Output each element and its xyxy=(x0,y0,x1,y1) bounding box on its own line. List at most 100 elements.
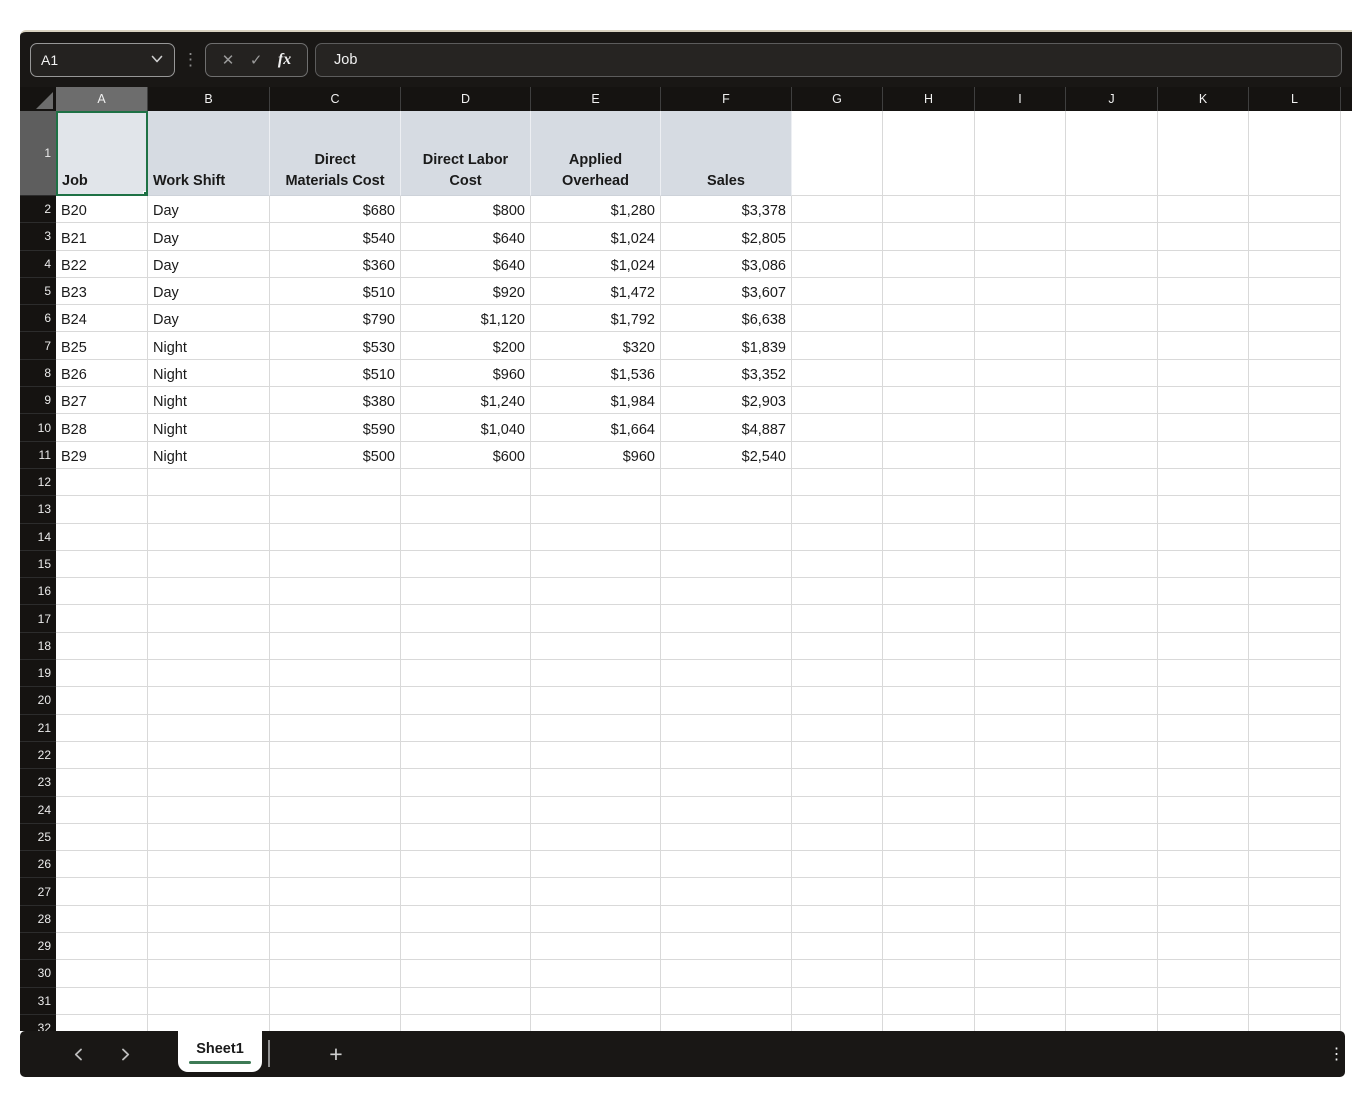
cell-G18[interactable] xyxy=(792,632,883,661)
cell-L1[interactable] xyxy=(1249,111,1341,196)
cell-L26[interactable] xyxy=(1249,851,1341,879)
cell-C27[interactable] xyxy=(270,878,401,906)
cell-B11[interactable]: Night xyxy=(148,441,270,469)
cell-L14[interactable] xyxy=(1249,523,1341,551)
name-box[interactable]: A1 xyxy=(30,43,175,77)
row-header-7[interactable]: 7 xyxy=(20,332,56,360)
cell-C20[interactable] xyxy=(270,687,401,715)
cell-I23[interactable] xyxy=(975,769,1066,797)
cell-C31[interactable] xyxy=(270,987,401,1015)
cell-L32[interactable] xyxy=(1249,1014,1341,1031)
cell-D28[interactable] xyxy=(401,905,531,934)
cell-H11[interactable] xyxy=(883,441,975,469)
cell-L7[interactable] xyxy=(1249,332,1341,360)
cell-L5[interactable] xyxy=(1249,277,1341,306)
cell-E12[interactable] xyxy=(531,468,661,497)
cell-J29[interactable] xyxy=(1066,933,1158,961)
cell-B26[interactable] xyxy=(148,851,270,879)
cell-J13[interactable] xyxy=(1066,496,1158,524)
row-header-28[interactable]: 28 xyxy=(20,905,56,934)
cell-B14[interactable] xyxy=(148,523,270,551)
cell-G10[interactable] xyxy=(792,414,883,442)
cell-D20[interactable] xyxy=(401,687,531,715)
cell-D8[interactable]: $960 xyxy=(401,359,531,388)
cell-H1[interactable] xyxy=(883,111,975,196)
row-header-18[interactable]: 18 xyxy=(20,632,56,661)
cell-J23[interactable] xyxy=(1066,769,1158,797)
cell-E6[interactable]: $1,792 xyxy=(531,305,661,333)
cell-E31[interactable] xyxy=(531,987,661,1015)
cell-A2[interactable]: B20 xyxy=(56,196,148,224)
row-header-5[interactable]: 5 xyxy=(20,277,56,306)
cell-C3[interactable]: $540 xyxy=(270,223,401,251)
cell-K29[interactable] xyxy=(1158,933,1249,961)
cell-F30[interactable] xyxy=(661,960,792,988)
cell-I6[interactable] xyxy=(975,305,1066,333)
cell-H17[interactable] xyxy=(883,605,975,633)
cell-C15[interactable] xyxy=(270,550,401,579)
worksheet-grid[interactable]: 1 Job Work Shift Direct Materials Cost Direc… xyxy=(20,111,1341,1031)
cell-I32[interactable] xyxy=(975,1014,1066,1031)
cell-H2[interactable] xyxy=(883,196,975,224)
cell-B5[interactable]: Day xyxy=(148,277,270,306)
column-header-A[interactable]: A xyxy=(56,87,148,111)
cell-I13[interactable] xyxy=(975,496,1066,524)
cell-H19[interactable] xyxy=(883,660,975,688)
row-header-21[interactable]: 21 xyxy=(20,714,56,742)
cell-K31[interactable] xyxy=(1158,987,1249,1015)
cell-E16[interactable] xyxy=(531,578,661,606)
cell-I28[interactable] xyxy=(975,905,1066,934)
cell-J24[interactable] xyxy=(1066,796,1158,824)
cell-C7[interactable]: $530 xyxy=(270,332,401,360)
cell-G20[interactable] xyxy=(792,687,883,715)
cell-F19[interactable] xyxy=(661,660,792,688)
cell-D4[interactable]: $640 xyxy=(401,250,531,278)
cell-A11[interactable]: B29 xyxy=(56,441,148,469)
row-header-31[interactable]: 31 xyxy=(20,987,56,1015)
cell-D19[interactable] xyxy=(401,660,531,688)
cell-L20[interactable] xyxy=(1249,687,1341,715)
cell-H15[interactable] xyxy=(883,550,975,579)
cell-L17[interactable] xyxy=(1249,605,1341,633)
cell-C29[interactable] xyxy=(270,933,401,961)
cell-H28[interactable] xyxy=(883,905,975,934)
cell-K28[interactable] xyxy=(1158,905,1249,934)
cell-A23[interactable] xyxy=(56,769,148,797)
column-header-K[interactable]: K xyxy=(1158,87,1249,111)
cell-E21[interactable] xyxy=(531,714,661,742)
cell-H12[interactable] xyxy=(883,468,975,497)
cell-E22[interactable] xyxy=(531,741,661,770)
row-header-6[interactable]: 6 xyxy=(20,305,56,333)
cell-L21[interactable] xyxy=(1249,714,1341,742)
cell-A27[interactable] xyxy=(56,878,148,906)
cell-E4[interactable]: $1,024 xyxy=(531,250,661,278)
cell-J22[interactable] xyxy=(1066,741,1158,770)
cell-J1[interactable] xyxy=(1066,111,1158,196)
cell-A6[interactable]: B24 xyxy=(56,305,148,333)
cell-I29[interactable] xyxy=(975,933,1066,961)
row-header-27[interactable]: 27 xyxy=(20,878,56,906)
cell-G12[interactable] xyxy=(792,468,883,497)
cell-C30[interactable] xyxy=(270,960,401,988)
cell-L22[interactable] xyxy=(1249,741,1341,770)
cell-I22[interactable] xyxy=(975,741,1066,770)
cell-D32[interactable] xyxy=(401,1014,531,1031)
cell-B4[interactable]: Day xyxy=(148,250,270,278)
cell-B32[interactable] xyxy=(148,1014,270,1031)
cell-G21[interactable] xyxy=(792,714,883,742)
select-all-corner[interactable] xyxy=(20,87,56,111)
cell-L10[interactable] xyxy=(1249,414,1341,442)
cell-D21[interactable] xyxy=(401,714,531,742)
cell-A7[interactable]: B25 xyxy=(56,332,148,360)
cell-J16[interactable] xyxy=(1066,578,1158,606)
cell-A29[interactable] xyxy=(56,933,148,961)
cell-H14[interactable] xyxy=(883,523,975,551)
cell-D23[interactable] xyxy=(401,769,531,797)
cell-E9[interactable]: $1,984 xyxy=(531,387,661,415)
cell-G17[interactable] xyxy=(792,605,883,633)
cell-C19[interactable] xyxy=(270,660,401,688)
cell-A4[interactable]: B22 xyxy=(56,250,148,278)
column-header-H[interactable]: H xyxy=(883,87,975,111)
cell-J30[interactable] xyxy=(1066,960,1158,988)
cell-E3[interactable]: $1,024 xyxy=(531,223,661,251)
